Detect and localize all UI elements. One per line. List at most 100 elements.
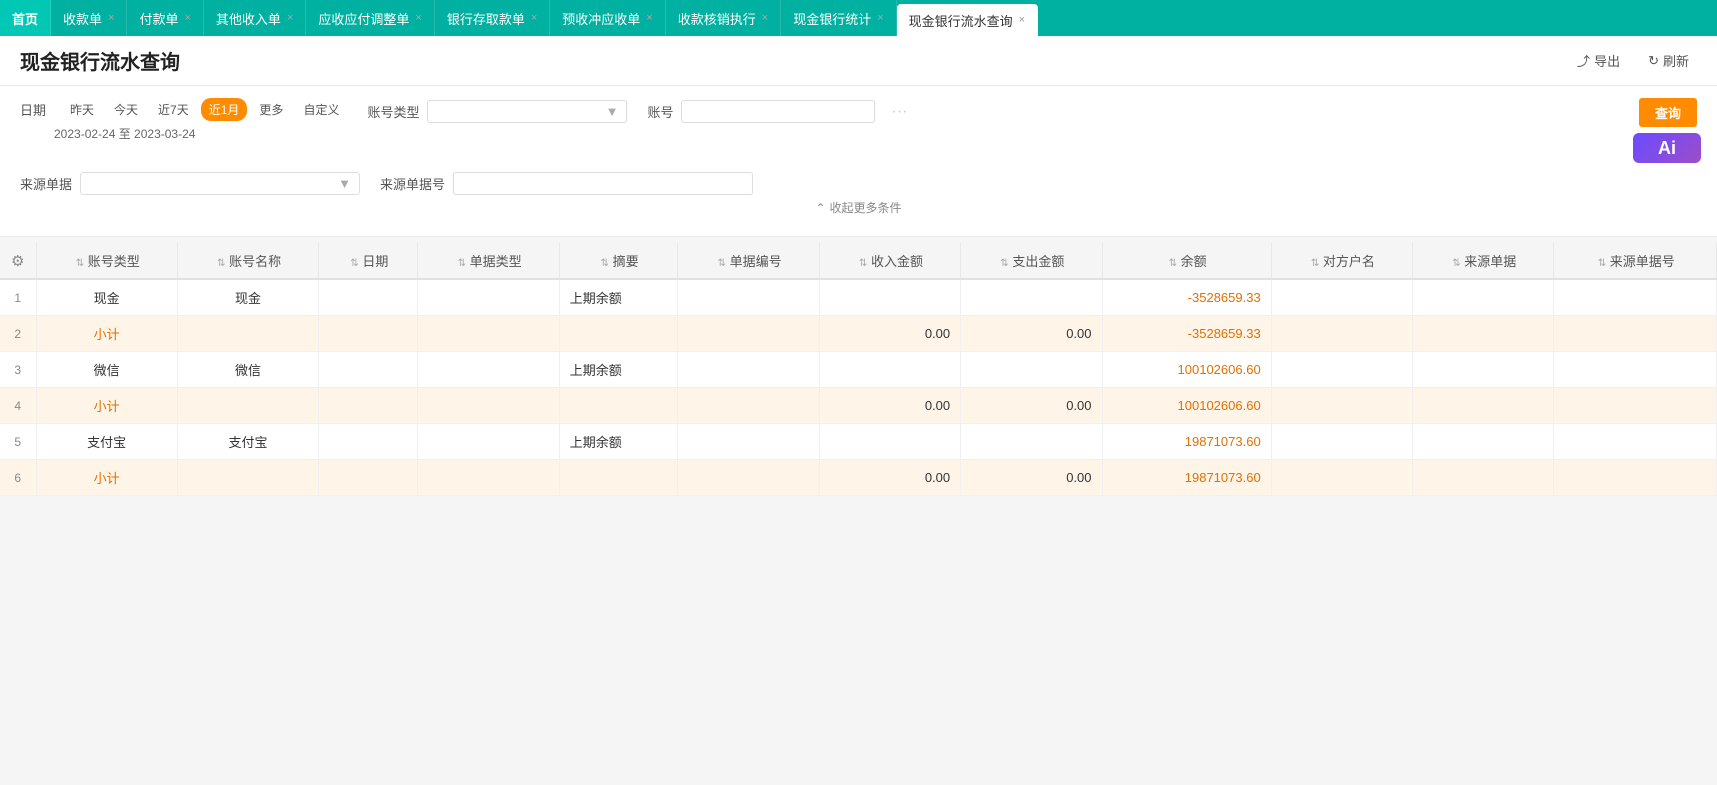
th-account-type[interactable]: ⇅ 账号类型 xyxy=(36,243,177,279)
cell-counterparty xyxy=(1271,424,1412,460)
date-btn-yesterday[interactable]: 昨天 xyxy=(62,98,102,121)
cell-expense: 0.00 xyxy=(961,316,1102,352)
cell-balance: 19871073.60 xyxy=(1102,460,1271,496)
cell-expense: 0.00 xyxy=(961,460,1102,496)
row-num: 5 xyxy=(0,424,36,460)
nav-tab-0[interactable]: 收款单 × xyxy=(51,0,127,36)
cell-source-doc xyxy=(1413,316,1554,352)
account-dots-icon[interactable]: ··· xyxy=(883,101,915,123)
cell-date xyxy=(319,388,418,424)
nav-tab-3[interactable]: 应收应付调整单 × xyxy=(306,0,434,36)
th-source-doc-no[interactable]: ⇅ 来源单据号 xyxy=(1554,243,1717,279)
cell-doc-no xyxy=(678,460,819,496)
cell-source-doc xyxy=(1413,279,1554,316)
th-balance[interactable]: ⇅ 余额 xyxy=(1102,243,1271,279)
nav-home[interactable]: 首页 xyxy=(0,0,51,36)
date-btn-custom[interactable]: 自定义 xyxy=(295,98,347,121)
row-num: 3 xyxy=(0,352,36,388)
th-account-name[interactable]: ⇅ 账号名称 xyxy=(177,243,318,279)
cell-source-doc xyxy=(1413,424,1554,460)
nav-tab-2[interactable]: 其他收入单 × xyxy=(204,0,306,36)
row-num: 4 xyxy=(0,388,36,424)
table-row: 6小计0.000.0019871073.60 xyxy=(0,460,1717,496)
export-button[interactable]: ⤴ 导出 xyxy=(1569,47,1628,74)
table-row: 1现金现金上期余额-3528659.33 xyxy=(0,279,1717,316)
cell-expense: 0.00 xyxy=(961,388,1102,424)
date-range: 2023-02-24 至 2023-03-24 xyxy=(54,127,195,141)
cell-doc-no xyxy=(678,352,819,388)
cell-account-type: 小计 xyxy=(36,388,177,424)
cell-account-name: 现金 xyxy=(177,279,318,316)
main-table: ⚙ ⇅ 账号类型 ⇅ 账号名称 ⇅ 日期 ⇅ 单据类型 xyxy=(0,243,1717,496)
th-doc-type[interactable]: ⇅ 单据类型 xyxy=(418,243,559,279)
cell-counterparty xyxy=(1271,388,1412,424)
page-header: 现金银行流水查询 ⤴ 导出 ↻ 刷新 Ai xyxy=(0,36,1717,86)
close-tab-5[interactable]: × xyxy=(646,12,652,24)
cell-expense xyxy=(961,352,1102,388)
close-tab-1[interactable]: × xyxy=(184,12,190,24)
table-row: 3微信微信上期余额100102606.60 xyxy=(0,352,1717,388)
th-counterparty[interactable]: ⇅ 对方户名 xyxy=(1271,243,1412,279)
nav-tab-1[interactable]: 付款单 × xyxy=(127,0,203,36)
close-tab-2[interactable]: × xyxy=(287,12,293,24)
cell-counterparty xyxy=(1271,279,1412,316)
cell-summary: 上期余额 xyxy=(559,279,678,316)
cell-doc-no xyxy=(678,279,819,316)
account-type-select[interactable]: ▼ xyxy=(427,100,627,123)
cell-summary: 上期余额 xyxy=(559,352,678,388)
nav-tab-4[interactable]: 银行存取款单 × xyxy=(435,0,550,36)
cell-balance: 19871073.60 xyxy=(1102,424,1271,460)
th-doc-no[interactable]: ⇅ 单据编号 xyxy=(678,243,819,279)
cell-balance: 100102606.60 xyxy=(1102,388,1271,424)
nav-tab-6[interactable]: 收款核销执行 × xyxy=(666,0,781,36)
cell-balance: -3528659.33 xyxy=(1102,316,1271,352)
cell-doc-no xyxy=(678,424,819,460)
cell-income xyxy=(819,424,960,460)
date-options: 昨天 今天 近7天 近1月 更多 自定义 xyxy=(62,98,347,121)
nav-tab-8[interactable]: 现金银行流水查询 × xyxy=(897,4,1038,36)
date-btn-more[interactable]: 更多 xyxy=(251,98,291,121)
th-date[interactable]: ⇅ 日期 xyxy=(319,243,418,279)
close-tab-8[interactable]: × xyxy=(1019,14,1025,26)
nav-tab-5[interactable]: 预收冲应收单 × xyxy=(550,0,665,36)
date-btn-today[interactable]: 今天 xyxy=(106,98,146,121)
table-row: 5支付宝支付宝上期余额19871073.60 xyxy=(0,424,1717,460)
cell-counterparty xyxy=(1271,316,1412,352)
cell-income: 0.00 xyxy=(819,316,960,352)
ai-badge[interactable]: Ai xyxy=(1633,133,1701,163)
close-tab-3[interactable]: × xyxy=(415,12,421,24)
account-input[interactable] xyxy=(681,100,875,123)
refresh-icon: ↻ xyxy=(1648,53,1659,69)
cell-income: 0.00 xyxy=(819,388,960,424)
cell-date xyxy=(319,460,418,496)
cell-source-doc-no xyxy=(1554,388,1717,424)
query-button[interactable]: 查询 xyxy=(1639,98,1697,127)
close-tab-7[interactable]: × xyxy=(877,12,883,24)
cell-doc-type xyxy=(418,352,559,388)
date-btn-1month[interactable]: 近1月 xyxy=(201,98,248,121)
source-doc-label: 来源单据 xyxy=(20,174,72,193)
refresh-button[interactable]: ↻ 刷新 xyxy=(1640,47,1697,74)
nav-tab-7[interactable]: 现金银行统计 × xyxy=(781,0,896,36)
cell-source-doc xyxy=(1413,460,1554,496)
date-btn-7days[interactable]: 近7天 xyxy=(150,98,197,121)
collapse-filter-button[interactable]: ⌃ 收起更多条件 xyxy=(20,195,1697,224)
th-expense[interactable]: ⇅ 支出金额 xyxy=(961,243,1102,279)
close-tab-0[interactable]: × xyxy=(108,12,114,24)
table-header-row: ⚙ ⇅ 账号类型 ⇅ 账号名称 ⇅ 日期 ⇅ 单据类型 xyxy=(0,243,1717,279)
th-source-doc[interactable]: ⇅ 来源单据 xyxy=(1413,243,1554,279)
source-doc-no-input[interactable] xyxy=(453,172,753,195)
close-tab-4[interactable]: × xyxy=(531,12,537,24)
cell-date xyxy=(319,279,418,316)
cell-doc-type xyxy=(418,279,559,316)
th-summary[interactable]: ⇅ 摘要 xyxy=(559,243,678,279)
collapse-icon: ⌃ xyxy=(815,201,825,215)
cell-income: 0.00 xyxy=(819,460,960,496)
cell-balance: -3528659.33 xyxy=(1102,279,1271,316)
close-tab-6[interactable]: × xyxy=(762,12,768,24)
gear-icon[interactable]: ⚙ xyxy=(11,253,24,270)
th-income[interactable]: ⇅ 收入金额 xyxy=(819,243,960,279)
th-gear[interactable]: ⚙ xyxy=(0,243,36,279)
cell-doc-no xyxy=(678,388,819,424)
source-doc-select[interactable]: ▼ xyxy=(80,172,360,195)
